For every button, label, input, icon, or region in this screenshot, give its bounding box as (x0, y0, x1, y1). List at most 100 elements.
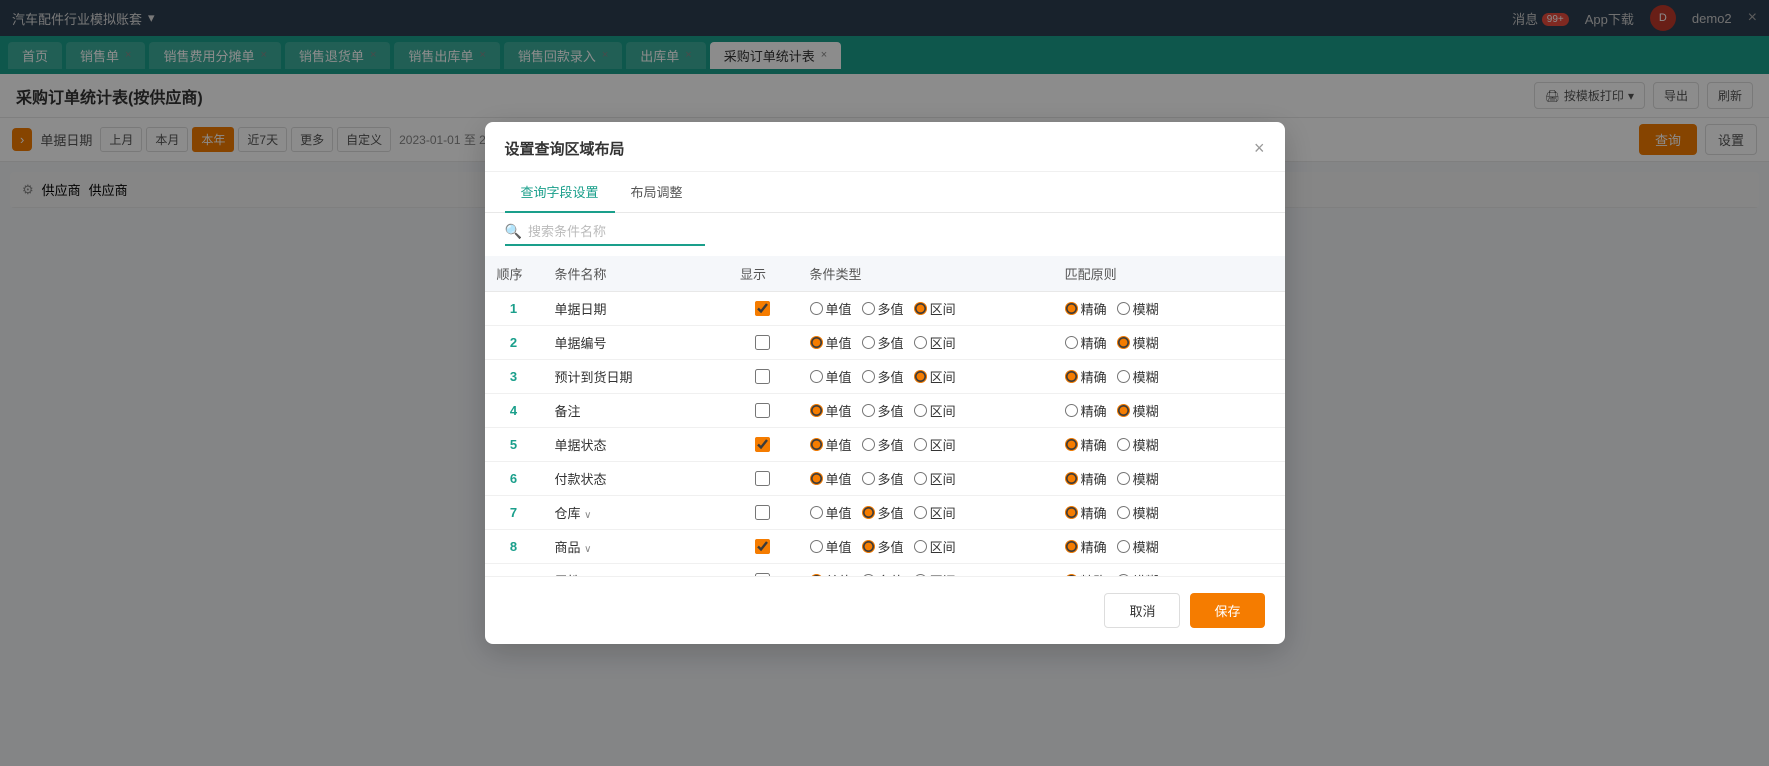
type-option-多值[interactable]: 多值 (862, 367, 904, 386)
match-radio[interactable] (1117, 404, 1130, 417)
show-checkbox[interactable] (755, 471, 770, 486)
match-option-精确[interactable]: 精确 (1065, 333, 1107, 352)
type-option-区间[interactable]: 区间 (914, 299, 956, 318)
type-option-单值[interactable]: 单值 (810, 469, 852, 488)
type-radio[interactable] (862, 302, 875, 315)
show-checkbox[interactable] (755, 369, 770, 384)
type-option-区间[interactable]: 区间 (914, 469, 956, 488)
match-radio[interactable] (1117, 302, 1130, 315)
type-option-多值[interactable]: 多值 (862, 537, 904, 556)
type-radio[interactable] (810, 404, 823, 417)
type-radio[interactable] (810, 370, 823, 383)
type-option-区间[interactable]: 区间 (914, 503, 956, 522)
match-radio[interactable] (1065, 438, 1078, 451)
match-radio[interactable] (1117, 336, 1130, 349)
match-radio[interactable] (1065, 540, 1078, 553)
match-radio[interactable] (1065, 336, 1078, 349)
show-checkbox[interactable] (755, 301, 770, 316)
match-option-模糊[interactable]: 模糊 (1117, 333, 1159, 352)
type-radio[interactable] (862, 540, 875, 553)
type-option-多值[interactable]: 多值 (862, 401, 904, 420)
type-radio[interactable] (914, 472, 927, 485)
type-option-区间[interactable]: 区间 (914, 537, 956, 556)
match-radio[interactable] (1117, 438, 1130, 451)
type-radio[interactable] (914, 336, 927, 349)
type-radio[interactable] (862, 506, 875, 519)
type-option-单值[interactable]: 单值 (810, 299, 852, 318)
cell-match: 精确 模糊 (1053, 360, 1285, 394)
modal-tab-fields[interactable]: 查询字段设置 (505, 172, 615, 213)
type-option-单值[interactable]: 单值 (810, 503, 852, 522)
type-radio[interactable] (914, 540, 927, 553)
type-option-单值[interactable]: 单值 (810, 367, 852, 386)
type-option-多值[interactable]: 多值 (862, 469, 904, 488)
type-radio[interactable] (914, 370, 927, 383)
type-radio[interactable] (810, 336, 823, 349)
match-option-精确[interactable]: 精确 (1065, 537, 1107, 556)
match-option-模糊[interactable]: 模糊 (1117, 299, 1159, 318)
type-radio[interactable] (914, 404, 927, 417)
type-option-区间[interactable]: 区间 (914, 401, 956, 420)
type-radio[interactable] (810, 540, 823, 553)
type-radio[interactable] (810, 506, 823, 519)
type-option-单值[interactable]: 单值 (810, 537, 852, 556)
match-option-精确[interactable]: 精确 (1065, 367, 1107, 386)
show-checkbox[interactable] (755, 505, 770, 520)
match-radio[interactable] (1117, 472, 1130, 485)
type-option-单值[interactable]: 单值 (810, 435, 852, 454)
match-radio[interactable] (1117, 506, 1130, 519)
type-option-多值[interactable]: 多值 (862, 503, 904, 522)
match-radio[interactable] (1065, 506, 1078, 519)
modal-close-button[interactable]: × (1254, 138, 1265, 159)
type-option-区间[interactable]: 区间 (914, 333, 956, 352)
match-radio[interactable] (1065, 404, 1078, 417)
match-option-精确[interactable]: 精确 (1065, 435, 1107, 454)
type-radio[interactable] (914, 302, 927, 315)
match-option-模糊[interactable]: 模糊 (1117, 401, 1159, 420)
cancel-button[interactable]: 取消 (1104, 593, 1180, 628)
match-option-模糊[interactable]: 模糊 (1117, 503, 1159, 522)
show-checkbox[interactable] (755, 539, 770, 554)
search-input[interactable] (528, 224, 688, 239)
match-option-精确[interactable]: 精确 (1065, 401, 1107, 420)
match-option-模糊[interactable]: 模糊 (1117, 435, 1159, 454)
modal-tab-layout[interactable]: 布局调整 (615, 172, 699, 213)
cell-name: 商品 ∨ (542, 530, 728, 564)
match-option-模糊[interactable]: 模糊 (1117, 367, 1159, 386)
cell-name: 属性 ∨ (542, 564, 728, 577)
match-option-精确[interactable]: 精确 (1065, 503, 1107, 522)
cell-show (728, 326, 798, 360)
type-option-区间[interactable]: 区间 (914, 435, 956, 454)
match-option-精确[interactable]: 精确 (1065, 299, 1107, 318)
type-option-单值[interactable]: 单值 (810, 333, 852, 352)
type-option-多值[interactable]: 多值 (862, 333, 904, 352)
match-radio[interactable] (1065, 472, 1078, 485)
match-option-模糊[interactable]: 模糊 (1117, 537, 1159, 556)
type-radio[interactable] (862, 336, 875, 349)
type-radio[interactable] (810, 472, 823, 485)
match-radio[interactable] (1065, 370, 1078, 383)
type-radio[interactable] (810, 438, 823, 451)
show-checkbox[interactable] (755, 335, 770, 350)
type-radio[interactable] (862, 370, 875, 383)
type-option-单值[interactable]: 单值 (810, 401, 852, 420)
type-radio[interactable] (914, 506, 927, 519)
show-checkbox[interactable] (755, 403, 770, 418)
type-option-多值[interactable]: 多值 (862, 299, 904, 318)
type-radio[interactable] (862, 404, 875, 417)
type-radio[interactable] (810, 302, 823, 315)
match-radio[interactable] (1117, 540, 1130, 553)
show-checkbox[interactable] (755, 437, 770, 452)
match-radio[interactable] (1117, 370, 1130, 383)
type-radio[interactable] (862, 472, 875, 485)
type-radio[interactable] (862, 438, 875, 451)
match-option-精确[interactable]: 精确 (1065, 469, 1107, 488)
modal-header: 设置查询区域布局 × (485, 122, 1285, 172)
type-radio[interactable] (914, 438, 927, 451)
type-option-区间[interactable]: 区间 (914, 367, 956, 386)
modal-overlay[interactable]: 设置查询区域布局 × 查询字段设置 布局调整 🔍 (0, 0, 1769, 766)
match-option-模糊[interactable]: 模糊 (1117, 469, 1159, 488)
type-option-多值[interactable]: 多值 (862, 435, 904, 454)
match-radio[interactable] (1065, 302, 1078, 315)
save-button[interactable]: 保存 (1190, 593, 1264, 628)
